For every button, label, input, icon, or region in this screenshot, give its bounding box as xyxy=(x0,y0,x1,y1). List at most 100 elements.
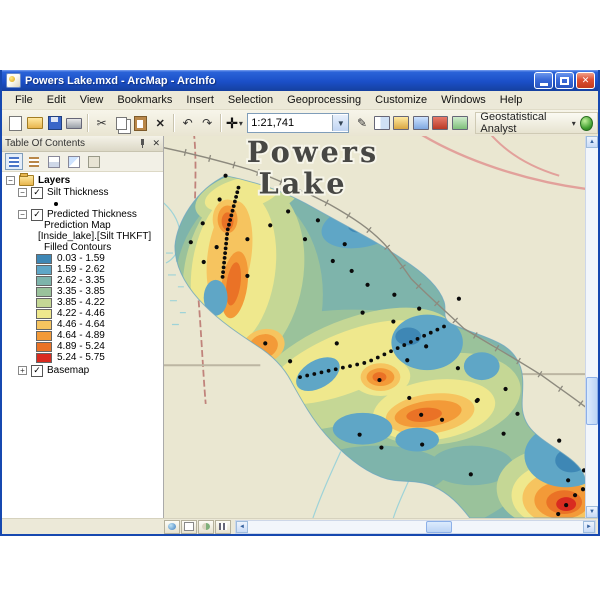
scroll-right-icon[interactable]: ► xyxy=(583,520,595,533)
editor-pencil-button[interactable]: ✎ xyxy=(353,113,371,133)
hscroll-track[interactable] xyxy=(248,520,583,533)
table-of-contents-button[interactable] xyxy=(373,113,391,133)
redo-button[interactable]: ↷ xyxy=(198,113,216,133)
expander-collapse[interactable]: − xyxy=(18,210,27,219)
sample-point xyxy=(315,218,320,223)
basemap-label[interactable]: Basemap xyxy=(47,365,89,376)
silt-layer-label[interactable]: Silt Thickness xyxy=(47,187,109,198)
sample-point xyxy=(263,341,268,346)
menu-file[interactable]: File xyxy=(8,93,40,107)
vertical-scrollbar[interactable]: ▲ ▼ xyxy=(585,136,598,518)
sample-point xyxy=(420,442,425,447)
map-canvas[interactable]: Powers Lake xyxy=(164,136,586,518)
print-button[interactable] xyxy=(66,113,84,133)
copy-button[interactable] xyxy=(112,113,130,133)
menu-view[interactable]: View xyxy=(73,93,111,107)
menu-insert[interactable]: Insert xyxy=(179,93,221,107)
menu-selection[interactable]: Selection xyxy=(221,93,280,107)
legend-color-chip[interactable] xyxy=(36,286,52,297)
legend-color-chip[interactable] xyxy=(36,319,52,330)
undo-button[interactable]: ↶ xyxy=(179,113,197,133)
sample-point xyxy=(515,411,520,416)
menu-geoprocessing[interactable]: Geoprocessing xyxy=(280,93,368,107)
arctoolbox-button[interactable] xyxy=(431,113,449,133)
cut-button[interactable]: ✂ xyxy=(93,113,111,133)
list-by-visibility-button[interactable] xyxy=(45,153,63,170)
list-by-selection-button[interactable] xyxy=(65,153,83,170)
sample-point xyxy=(402,343,407,347)
pan-zoom-button[interactable]: ✛ ▾ xyxy=(226,113,244,133)
hscroll-thumb[interactable] xyxy=(425,520,452,533)
layout-view-button[interactable] xyxy=(181,519,197,534)
sample-point xyxy=(230,208,235,213)
sample-point xyxy=(330,258,335,264)
close-button[interactable]: ✕ xyxy=(576,72,595,89)
basemap-checkbox[interactable]: ✓ xyxy=(31,364,43,377)
menu-bookmarks[interactable]: Bookmarks xyxy=(110,93,179,107)
toc-close-icon[interactable]: ✕ xyxy=(152,138,160,149)
scale-input[interactable] xyxy=(248,115,333,131)
legend: 0.03 - 1.59 1.59 - 2.62 2.62 - 3.35 3.35 - … xyxy=(2,253,163,363)
layers-root-label[interactable]: Layers xyxy=(38,175,70,186)
menu-help[interactable]: Help xyxy=(493,93,530,107)
sample-point xyxy=(225,227,230,232)
menu-windows[interactable]: Windows xyxy=(434,93,493,107)
vscroll-track[interactable] xyxy=(586,148,598,506)
new-document-button[interactable] xyxy=(7,113,25,133)
open-button[interactable] xyxy=(27,113,45,133)
legend-color-chip[interactable] xyxy=(36,253,52,264)
legend-color-chip[interactable] xyxy=(36,341,52,352)
model-builder-button[interactable] xyxy=(451,113,469,133)
chevron-down-icon: ▾ xyxy=(571,118,576,128)
legend-color-chip[interactable] xyxy=(36,352,52,363)
sample-point xyxy=(245,237,250,242)
sample-point xyxy=(319,370,324,375)
pause-drawing-button[interactable] xyxy=(215,519,231,534)
minimize-button[interactable] xyxy=(534,72,553,89)
save-button[interactable] xyxy=(46,113,64,133)
legend-range-label: 0.03 - 1.59 xyxy=(57,253,105,264)
predicted-layer-label[interactable]: Predicted Thickness xyxy=(47,209,137,220)
catalog-button[interactable] xyxy=(392,113,410,133)
filled-contours-label: Filled Contours xyxy=(44,242,112,253)
sample-point xyxy=(439,417,445,422)
predicted-layer-checkbox[interactable]: ✓ xyxy=(31,208,43,221)
title-bar[interactable]: Powers Lake.mxd - ArcMap - ArcInfo ✕ xyxy=(2,70,598,91)
pin-icon[interactable] xyxy=(138,139,147,148)
sample-point xyxy=(382,352,387,357)
sample-point xyxy=(379,445,384,450)
menu-customize[interactable]: Customize xyxy=(368,93,434,107)
scale-dropdown-button[interactable]: ▼ xyxy=(332,115,349,131)
scroll-left-icon[interactable]: ◄ xyxy=(236,520,248,533)
sample-point xyxy=(342,242,347,247)
silt-layer-checkbox[interactable]: ✓ xyxy=(31,186,43,199)
scroll-down-icon[interactable]: ▼ xyxy=(586,506,598,518)
legend-color-chip[interactable] xyxy=(36,297,52,308)
legend-color-chip[interactable] xyxy=(36,264,52,275)
sample-point xyxy=(409,340,413,344)
toc-tree: − Layers − ✓ Silt Thickness − ✓ Predicte… xyxy=(2,172,163,518)
sample-point xyxy=(334,341,339,346)
search-button[interactable] xyxy=(412,113,430,133)
menu-edit[interactable]: Edit xyxy=(40,93,73,107)
list-by-drawing-order-button[interactable] xyxy=(5,153,23,170)
expander-expand[interactable]: + xyxy=(18,366,27,375)
expander-collapse[interactable]: − xyxy=(18,188,27,197)
geostatistical-analyst-menu[interactable]: Geostatistical Analyst ▾ xyxy=(475,111,598,135)
delete-button[interactable]: ✕ xyxy=(151,113,169,133)
sample-point xyxy=(424,344,429,349)
maximize-button[interactable] xyxy=(555,72,574,89)
legend-color-chip[interactable] xyxy=(36,330,52,341)
legend-color-chip[interactable] xyxy=(36,308,52,319)
expander-collapse[interactable]: − xyxy=(6,176,15,185)
toolbar-separator xyxy=(173,114,175,132)
refresh-view-button[interactable] xyxy=(198,519,214,534)
horizontal-scrollbar[interactable]: ◄ ► xyxy=(235,519,596,534)
scroll-up-icon[interactable]: ▲ xyxy=(586,136,598,148)
legend-color-chip[interactable] xyxy=(36,275,52,286)
data-view-button[interactable] xyxy=(164,519,180,534)
paste-button[interactable] xyxy=(132,113,150,133)
toc-options-button[interactable] xyxy=(85,153,103,170)
list-by-source-button[interactable] xyxy=(25,153,43,170)
vscroll-thumb[interactable] xyxy=(586,377,598,426)
